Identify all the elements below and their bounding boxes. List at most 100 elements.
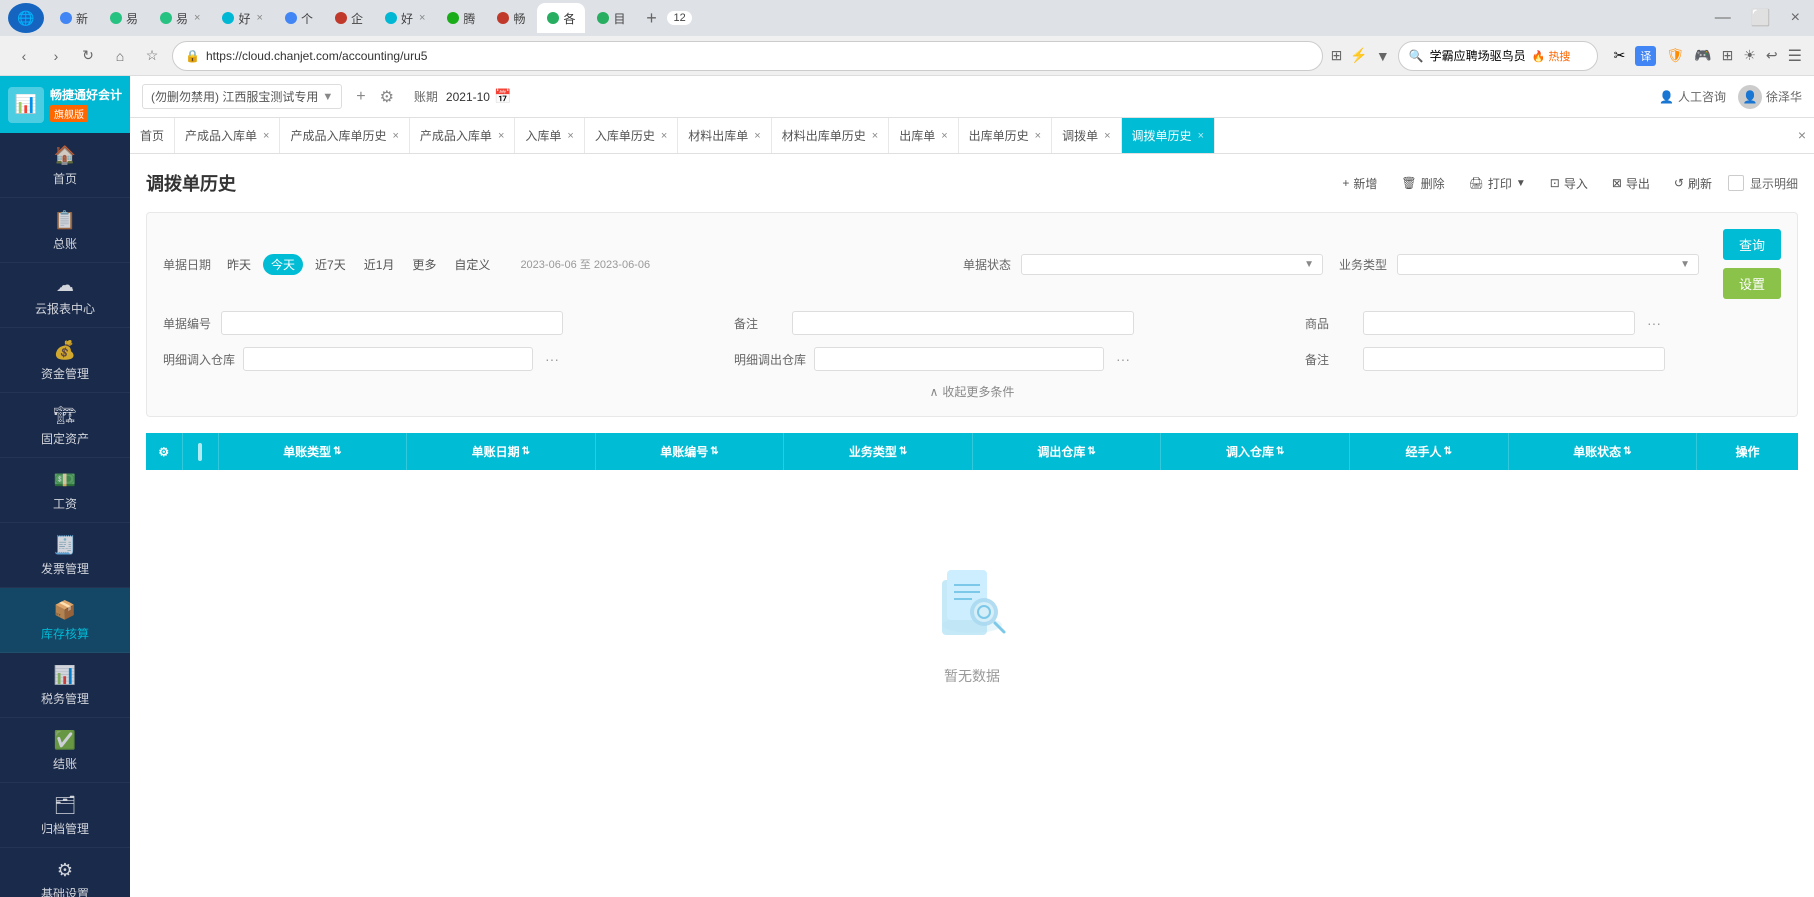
tab[interactable]: 企 — [325, 3, 373, 33]
tab[interactable]: 个 — [275, 3, 323, 33]
remark2-input[interactable] — [1363, 347, 1665, 371]
sidebar-item-closing[interactable]: ✅ 结账 — [0, 718, 130, 783]
detail-in-input[interactable] — [243, 347, 533, 371]
customer-service-button[interactable]: 👤 人工咨询 — [1659, 88, 1726, 105]
th-business-type[interactable]: 业务类型 ⇅ — [784, 433, 973, 470]
menu-icon[interactable]: ☰ — [1788, 46, 1802, 66]
nav-tab-close-icon[interactable]: × — [1035, 130, 1041, 142]
game-icon[interactable]: 🎮 — [1694, 47, 1711, 64]
nav-tab-close-icon[interactable]: × — [498, 130, 504, 142]
nav-tab-outbound-history[interactable]: 出库单历史 × — [959, 118, 1052, 154]
window-maximize-btn[interactable]: ⬜ — [1751, 8, 1771, 28]
more-btn[interactable]: 更多 — [406, 254, 442, 275]
th-doc-status[interactable]: 单账状态 ⇅ — [1508, 433, 1697, 470]
th-doc-type[interactable]: 单账类型 ⇅ — [218, 433, 407, 470]
nav-tab-material-outbound[interactable]: 材料出库单 × — [678, 118, 771, 154]
back-button[interactable]: ‹ — [12, 44, 36, 68]
tab-add-button[interactable]: + — [637, 4, 665, 32]
tab[interactable]: 畅 — [487, 3, 535, 33]
url-bar[interactable]: 🔒 https://cloud.chanjet.com/accounting/u… — [172, 41, 1323, 71]
print-button[interactable]: 🖨 打印 ▼ — [1461, 171, 1534, 196]
nav-tab-close-icon[interactable]: × — [567, 130, 573, 142]
nav-tab-close-icon[interactable]: × — [263, 130, 269, 142]
export-button[interactable]: ⊠ 导出 — [1604, 171, 1658, 196]
th-checkbox[interactable] — [182, 433, 218, 470]
window-minimize-btn[interactable]: — — [1715, 9, 1731, 27]
new-button[interactable]: + 新增 — [1334, 171, 1385, 196]
detail-in-picker-icon[interactable]: ··· — [541, 351, 563, 367]
th-transfer-in[interactable]: 调入仓库 ⇅ — [1161, 433, 1350, 470]
sidebar-item-archive[interactable]: 🗂 归档管理 — [0, 783, 130, 848]
today-btn[interactable]: 今天 — [263, 254, 303, 275]
tab-close-icon[interactable]: × — [194, 12, 200, 24]
collapse-button[interactable]: ∧ 收起更多条件 — [930, 383, 1015, 400]
nav-tab-home[interactable]: 首页 — [130, 118, 175, 154]
tab-close-icon[interactable]: × — [419, 12, 425, 24]
nav-tab-close-icon[interactable]: × — [1198, 130, 1204, 142]
select-all-checkbox[interactable] — [198, 443, 202, 461]
refresh-button[interactable]: ↻ — [76, 44, 100, 68]
th-handler[interactable]: 经手人 ⇅ — [1349, 433, 1508, 470]
company-selector[interactable]: (勿删勿禁用) 江西服宝测试专用 ▼ — [142, 84, 342, 109]
goods-picker-icon[interactable]: ··· — [1643, 315, 1665, 331]
nav-tab-close-icon[interactable]: × — [941, 130, 947, 142]
nav-tab-inbound-history[interactable]: 入库单历史 × — [585, 118, 678, 154]
tab[interactable]: 易 — [100, 3, 148, 33]
nav-tab-close-icon[interactable]: × — [754, 130, 760, 142]
extensions-icon[interactable]: ⊞ — [1331, 47, 1343, 64]
sidebar-item-tax[interactable]: 📊 税务管理 — [0, 653, 130, 718]
query-button[interactable]: 查询 — [1723, 229, 1781, 260]
th-doc-no[interactable]: 单账编号 ⇅ — [595, 433, 784, 470]
theme-icon[interactable]: ☀ — [1743, 47, 1756, 64]
sidebar-item-payroll[interactable]: 💵 工资 — [0, 458, 130, 523]
tab[interactable]: 好 × — [375, 3, 435, 33]
display-toggle[interactable]: 显示明细 — [1728, 175, 1798, 192]
tab[interactable]: 腾 — [437, 3, 485, 33]
window-close-btn[interactable]: × — [1791, 9, 1800, 27]
refresh-button[interactable]: ↺ 刷新 — [1666, 171, 1720, 196]
bookmark-button[interactable]: ☆ — [140, 44, 164, 68]
history-icon[interactable]: ↩ — [1766, 47, 1778, 64]
sidebar-item-ledger[interactable]: 📋 总账 — [0, 198, 130, 263]
nav-tab-product-inbound2[interactable]: 产成品入库单 × — [410, 118, 515, 154]
th-transfer-out[interactable]: 调出仓库 ⇅ — [972, 433, 1161, 470]
business-type-select[interactable]: ▼ — [1397, 254, 1699, 275]
sidebar-item-cloud-report[interactable]: ☁ 云报表中心 — [0, 263, 130, 328]
sidebar-item-settings[interactable]: ⚙ 基础设置 — [0, 848, 130, 897]
forward-button[interactable]: › — [44, 44, 68, 68]
home-button[interactable]: ⌂ — [108, 44, 132, 68]
detail-out-picker-icon[interactable]: ··· — [1112, 351, 1134, 367]
1month-btn[interactable]: 近1月 — [358, 254, 401, 275]
dropdown-icon[interactable]: ▼ — [1376, 48, 1390, 64]
company-settings-icon[interactable]: ⚙ — [380, 87, 394, 107]
shield-icon[interactable]: 🛡 — [1666, 47, 1684, 64]
print-dropdown-icon[interactable]: ▼ — [1516, 178, 1526, 189]
nav-tab-transfer-history[interactable]: 调拨单历史 × — [1122, 118, 1215, 154]
tab[interactable]: 目 — [587, 3, 635, 33]
nav-tab-transfer[interactable]: 调拨单 × — [1052, 118, 1121, 154]
yesterday-btn[interactable]: 昨天 — [221, 254, 257, 275]
add-company-button[interactable]: + — [350, 88, 371, 106]
close-all-button[interactable]: × — [1798, 127, 1814, 145]
lightning-icon[interactable]: ⚡ — [1350, 47, 1367, 64]
nav-tab-product-inbound-history[interactable]: 产成品入库单历史 × — [280, 118, 409, 154]
th-doc-date[interactable]: 单账日期 ⇅ — [407, 433, 596, 470]
7days-btn[interactable]: 近7天 — [309, 254, 352, 275]
nav-tab-outbound[interactable]: 出库单 × — [889, 118, 958, 154]
nav-tab-product-inbound[interactable]: 产成品入库单 × — [175, 118, 280, 154]
sidebar-item-inventory[interactable]: 📦 库存核算 — [0, 588, 130, 653]
nav-tab-close-icon[interactable]: × — [1104, 130, 1110, 142]
remark-input[interactable] — [792, 311, 1134, 335]
sidebar-item-fund[interactable]: 💰 资金管理 — [0, 328, 130, 393]
import-button[interactable]: ⊡ 导入 — [1542, 171, 1596, 196]
sidebar-item-invoice[interactable]: 🧾 发票管理 — [0, 523, 130, 588]
tab-close-icon[interactable]: × — [257, 12, 263, 24]
doc-no-input[interactable] — [221, 311, 563, 335]
sidebar-item-home[interactable]: 🏠 首页 — [0, 133, 130, 198]
scissors-icon[interactable]: ✂ — [1614, 47, 1626, 64]
grid-icon[interactable]: ⊞ — [1722, 47, 1734, 64]
nav-tab-material-outbound-history[interactable]: 材料出库单历史 × — [772, 118, 889, 154]
detail-out-input[interactable] — [814, 347, 1104, 371]
settings-button[interactable]: 设置 — [1723, 268, 1781, 299]
nav-tab-close-icon[interactable]: × — [872, 130, 878, 142]
